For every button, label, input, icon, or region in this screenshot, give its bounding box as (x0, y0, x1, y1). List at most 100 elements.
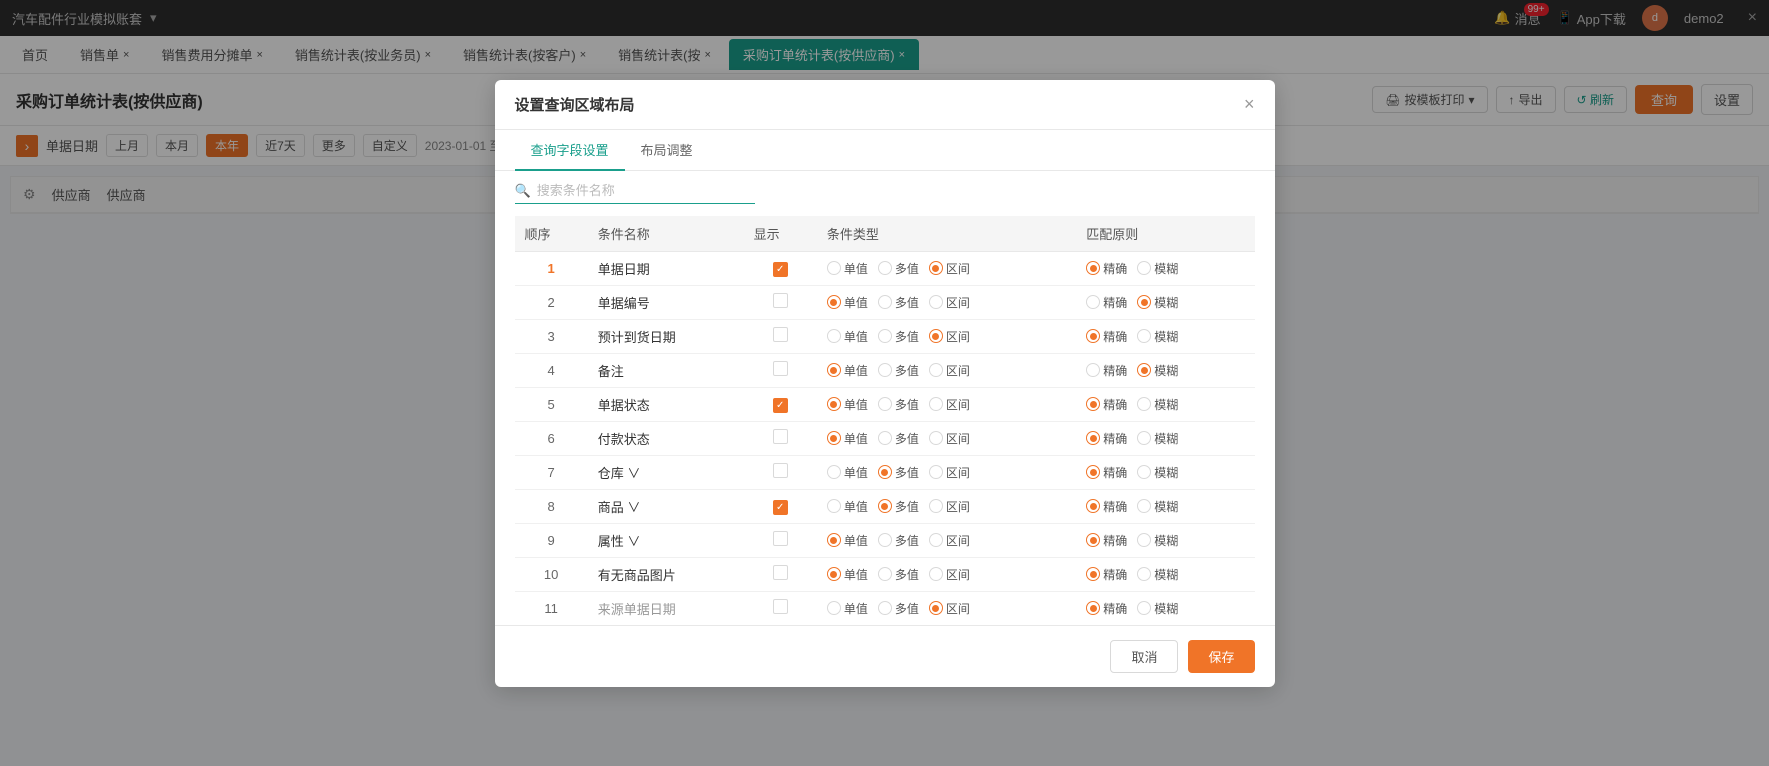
type-radio-多值-row-9[interactable]: 多值 (878, 532, 919, 549)
row-type-9: 单值多值区间 (817, 523, 1076, 557)
type-radio-多值-row-5[interactable]: 多值 (878, 396, 919, 413)
match-label-精确: 精确 (1103, 362, 1127, 379)
type-radio-区间-row-1[interactable]: 区间 (929, 260, 970, 277)
match-circle-模糊 (1137, 397, 1151, 411)
modal-tab-layout[interactable]: 布局调整 (625, 130, 709, 171)
type-radio-单值-row-9[interactable]: 单值 (827, 532, 868, 549)
radio-circle-区间 (929, 431, 943, 445)
match-radio-精确-row-1[interactable]: 精确 (1086, 260, 1127, 277)
table-row: 3预计到货日期单值多值区间精确模糊 (515, 319, 1255, 353)
save-button[interactable]: 保存 (1188, 640, 1254, 673)
type-radio-区间-row-6[interactable]: 区间 (929, 430, 970, 447)
match-radio-模糊-row-3[interactable]: 模糊 (1137, 328, 1178, 345)
type-radio-多值-row-2[interactable]: 多值 (878, 294, 919, 311)
type-radio-单值-row-1[interactable]: 单值 (827, 260, 868, 277)
row-match-2: 精确 模糊 (1076, 285, 1254, 319)
display-checkbox-10[interactable] (773, 565, 788, 580)
type-radio-单值-row-10[interactable]: 单值 (827, 566, 868, 583)
match-radio-精确-row-11[interactable]: 精确 (1086, 600, 1127, 617)
display-checkbox-9[interactable] (773, 531, 788, 546)
modal-tabs: 查询字段设置 布局调整 (495, 130, 1275, 171)
type-radio-多值-row-6[interactable]: 多值 (878, 430, 919, 447)
display-checkbox-6[interactable] (773, 429, 788, 444)
row-name-11: 来源单据日期 (588, 591, 744, 625)
display-checkbox-1[interactable] (773, 262, 788, 277)
type-radio-单值-row-8[interactable]: 单值 (827, 498, 868, 515)
radio-circle-区间 (929, 329, 943, 343)
row-order-5: 5 (515, 387, 588, 421)
type-radio-区间-row-3[interactable]: 区间 (929, 328, 970, 345)
display-checkbox-2[interactable] (773, 293, 788, 308)
search-input[interactable] (537, 183, 737, 198)
match-radio-模糊-row-5[interactable]: 模糊 (1137, 396, 1178, 413)
modal-close-button[interactable]: × (1244, 95, 1255, 113)
display-checkbox-5[interactable] (773, 398, 788, 413)
match-radio-模糊-row-2[interactable]: 模糊 (1137, 294, 1178, 311)
display-checkbox-11[interactable] (773, 599, 788, 614)
display-checkbox-3[interactable] (773, 327, 788, 342)
radio-label-多值: 多值 (895, 430, 919, 447)
type-radio-单值-row-2[interactable]: 单值 (827, 294, 868, 311)
modal-tab-query-fields[interactable]: 查询字段设置 (515, 130, 625, 171)
match-radio-模糊-row-8[interactable]: 模糊 (1137, 498, 1178, 515)
type-radio-区间-row-4[interactable]: 区间 (929, 362, 970, 379)
row-type-5: 单值多值区间 (817, 387, 1076, 421)
match-radio-模糊-row-6[interactable]: 模糊 (1137, 430, 1178, 447)
type-radio-多值-row-10[interactable]: 多值 (878, 566, 919, 583)
match-radio-精确-row-9[interactable]: 精确 (1086, 532, 1127, 549)
type-radio-单值-row-7[interactable]: 单值 (827, 464, 868, 481)
type-radio-多值-row-7[interactable]: 多值 (878, 464, 919, 481)
match-label-模糊: 模糊 (1154, 328, 1178, 345)
type-radio-多值-row-8[interactable]: 多值 (878, 498, 919, 515)
radio-label-单值: 单值 (844, 328, 868, 345)
type-radio-单值-row-11[interactable]: 单值 (827, 600, 868, 617)
match-label-模糊: 模糊 (1154, 294, 1178, 311)
type-radio-多值-row-4[interactable]: 多值 (878, 362, 919, 379)
type-radio-单值-row-5[interactable]: 单值 (827, 396, 868, 413)
match-radio-模糊-row-1[interactable]: 模糊 (1137, 260, 1178, 277)
type-radio-区间-row-2[interactable]: 区间 (929, 294, 970, 311)
match-radio-模糊-row-4[interactable]: 模糊 (1137, 362, 1178, 379)
match-radio-模糊-row-10[interactable]: 模糊 (1137, 566, 1178, 583)
row-match-1: 精确模糊 (1076, 251, 1254, 285)
type-radio-多值-row-1[interactable]: 多值 (878, 260, 919, 277)
display-checkbox-8[interactable] (773, 500, 788, 515)
match-radio-精确-row-5[interactable]: 精确 (1086, 396, 1127, 413)
match-radio-精确-row-8[interactable]: 精确 (1086, 498, 1127, 515)
radio-circle-多值 (878, 329, 892, 343)
match-label-模糊: 模糊 (1154, 430, 1178, 447)
type-radio-多值-row-11[interactable]: 多值 (878, 600, 919, 617)
match-radio-精确-row-3[interactable]: 精确 (1086, 328, 1127, 345)
cancel-button[interactable]: 取消 (1110, 640, 1178, 673)
radio-label-单值: 单值 (844, 362, 868, 379)
type-radio-单值-row-6[interactable]: 单值 (827, 430, 868, 447)
type-radio-区间-row-8[interactable]: 区间 (929, 498, 970, 515)
radio-circle-多值 (878, 601, 892, 615)
radio-circle-区间 (929, 567, 943, 581)
match-radio-模糊-row-11[interactable]: 模糊 (1137, 600, 1178, 617)
type-radio-区间-row-5[interactable]: 区间 (929, 396, 970, 413)
match-circle-模糊 (1137, 295, 1151, 309)
type-radio-区间-row-9[interactable]: 区间 (929, 532, 970, 549)
match-radio-精确-row-4[interactable]: 精确 (1086, 362, 1127, 379)
type-radio-区间-row-10[interactable]: 区间 (929, 566, 970, 583)
type-radio-区间-row-11[interactable]: 区间 (929, 600, 970, 617)
match-radio-模糊-row-9[interactable]: 模糊 (1137, 532, 1178, 549)
radio-circle-多值 (878, 533, 892, 547)
type-radio-单值-row-4[interactable]: 单值 (827, 362, 868, 379)
match-radio-模糊-row-7[interactable]: 模糊 (1137, 464, 1178, 481)
display-checkbox-7[interactable] (773, 463, 788, 478)
type-radio-多值-row-3[interactable]: 多值 (878, 328, 919, 345)
type-radio-单值-row-3[interactable]: 单值 (827, 328, 868, 345)
radio-circle-多值 (878, 431, 892, 445)
match-radio-精确-row-7[interactable]: 精确 (1086, 464, 1127, 481)
row-name-8: 商品 ∨ (588, 489, 744, 523)
display-checkbox-4[interactable] (773, 361, 788, 376)
match-radio-精确-row-10[interactable]: 精确 (1086, 566, 1127, 583)
type-radio-区间-row-7[interactable]: 区间 (929, 464, 970, 481)
row-display-5 (744, 387, 817, 421)
match-radio-精确-row-2[interactable]: 精确 (1086, 294, 1127, 311)
radio-circle-区间 (929, 397, 943, 411)
match-circle-精确 (1086, 363, 1100, 377)
match-radio-精确-row-6[interactable]: 精确 (1086, 430, 1127, 447)
